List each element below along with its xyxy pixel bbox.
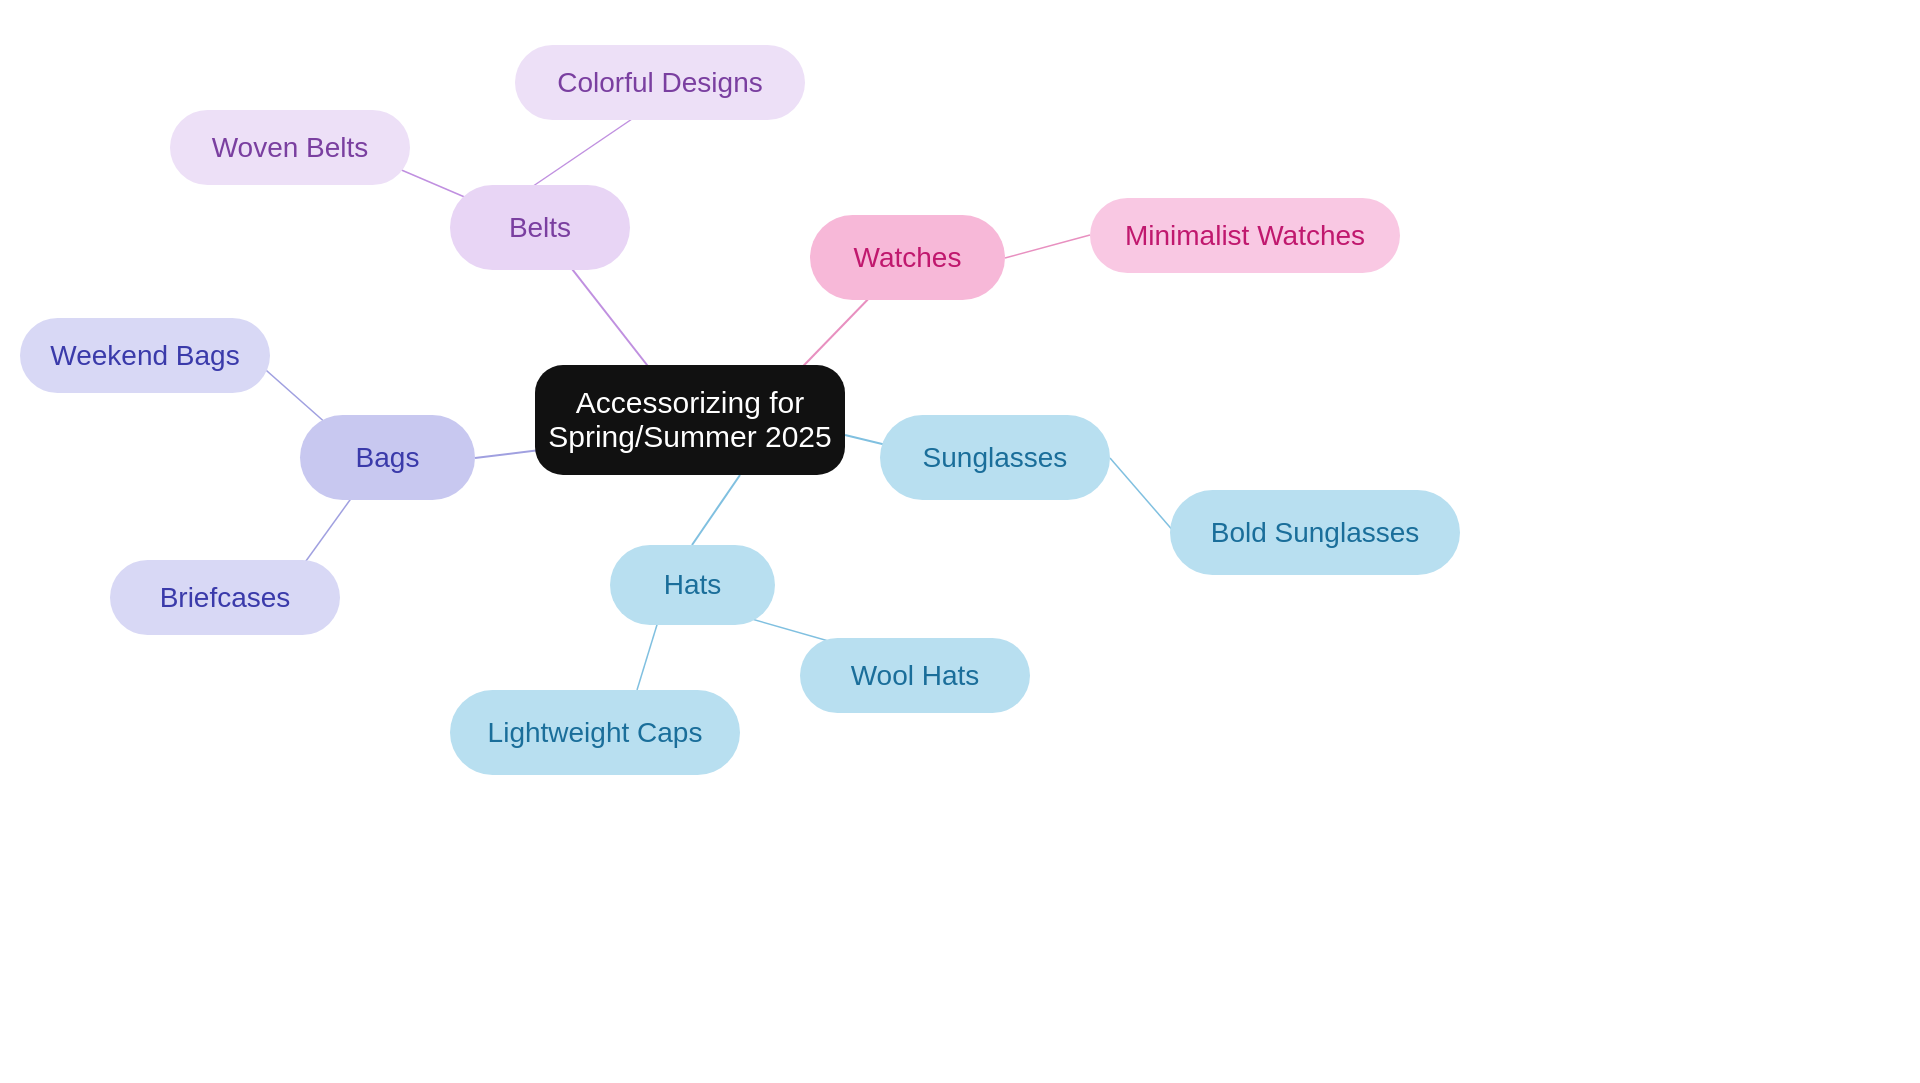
watches-node[interactable]: Watches bbox=[810, 215, 1005, 300]
lightweight-caps-label: Lightweight Caps bbox=[488, 717, 703, 749]
bags-label: Bags bbox=[356, 442, 420, 474]
belts-label: Belts bbox=[509, 212, 571, 244]
minimalist-watches-label: Minimalist Watches bbox=[1125, 220, 1365, 252]
svg-line-9 bbox=[1110, 458, 1175, 533]
briefcases-node[interactable]: Briefcases bbox=[110, 560, 340, 635]
bold-sunglasses-label: Bold Sunglasses bbox=[1211, 517, 1420, 549]
wool-hats-node[interactable]: Wool Hats bbox=[800, 638, 1030, 713]
wool-hats-label: Wool Hats bbox=[851, 660, 980, 692]
center-node[interactable]: Accessorizing for Spring/Summer 2025 bbox=[535, 365, 845, 475]
minimalist-watches-node[interactable]: Minimalist Watches bbox=[1090, 198, 1400, 273]
sunglasses-label: Sunglasses bbox=[923, 442, 1068, 474]
hats-node[interactable]: Hats bbox=[610, 545, 775, 625]
hats-label: Hats bbox=[664, 569, 722, 601]
svg-line-11 bbox=[637, 615, 660, 690]
svg-line-4 bbox=[1005, 235, 1090, 258]
center-label: Accessorizing for Spring/Summer 2025 bbox=[548, 386, 831, 454]
briefcases-label: Briefcases bbox=[160, 582, 291, 614]
watches-label: Watches bbox=[854, 242, 962, 274]
belts-node[interactable]: Belts bbox=[450, 185, 630, 270]
woven-belts-label: Woven Belts bbox=[212, 132, 369, 164]
svg-line-10 bbox=[692, 475, 740, 545]
colorful-designs-node[interactable]: Colorful Designs bbox=[515, 45, 805, 120]
bold-sunglasses-node[interactable]: Bold Sunglasses bbox=[1170, 490, 1460, 575]
lightweight-caps-node[interactable]: Lightweight Caps bbox=[450, 690, 740, 775]
woven-belts-node[interactable]: Woven Belts bbox=[170, 110, 410, 185]
bags-node[interactable]: Bags bbox=[300, 415, 475, 500]
colorful-designs-label: Colorful Designs bbox=[557, 67, 762, 99]
sunglasses-node[interactable]: Sunglasses bbox=[880, 415, 1110, 500]
weekend-bags-label: Weekend Bags bbox=[50, 340, 239, 372]
weekend-bags-node[interactable]: Weekend Bags bbox=[20, 318, 270, 393]
